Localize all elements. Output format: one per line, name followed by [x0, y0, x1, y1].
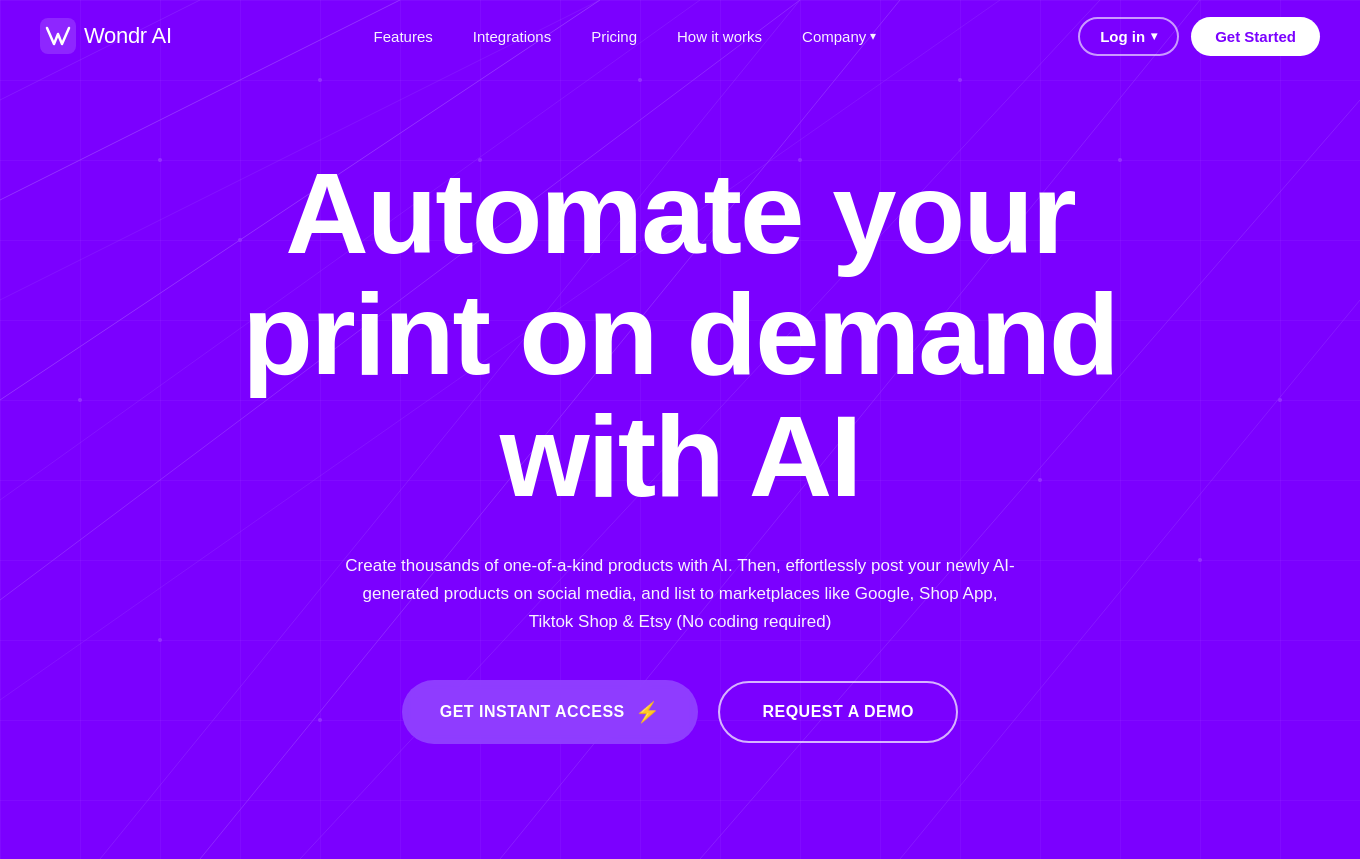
nav-actions: Log in ▾ Get Started [1078, 17, 1320, 56]
instant-access-label: GET INSTANT ACCESS [440, 703, 625, 721]
nav-item-features: Features [354, 20, 453, 53]
pricing-link[interactable]: Pricing [571, 20, 657, 53]
navbar: Wondr AI Features Integrations Pricing H… [0, 0, 1360, 72]
features-link[interactable]: Features [354, 20, 453, 53]
hero-buttons: GET INSTANT ACCESS ⚡ REQUEST A DEMO [402, 680, 959, 744]
lightning-icon: ⚡ [635, 700, 661, 724]
login-chevron-icon: ▾ [1151, 29, 1157, 43]
logo-text: Wondr AI [84, 23, 172, 49]
logo-icon [40, 18, 76, 54]
company-chevron-icon: ▾ [870, 29, 876, 43]
logo-link[interactable]: Wondr AI [40, 18, 172, 54]
hero-title: Automate your print on demand with AI [242, 152, 1117, 516]
nav-item-pricing: Pricing [571, 20, 657, 53]
how-it-works-link[interactable]: How it works [657, 20, 782, 53]
integrations-link[interactable]: Integrations [453, 20, 571, 53]
nav-item-integrations: Integrations [453, 20, 571, 53]
instant-access-button[interactable]: GET INSTANT ACCESS ⚡ [402, 680, 699, 744]
company-link[interactable]: Company ▾ [782, 20, 896, 53]
nav-links: Features Integrations Pricing How it wor… [354, 20, 897, 53]
request-demo-label: REQUEST A DEMO [762, 703, 914, 721]
request-demo-button[interactable]: REQUEST A DEMO [718, 681, 958, 743]
login-button[interactable]: Log in ▾ [1078, 17, 1179, 56]
nav-item-company: Company ▾ [782, 20, 896, 53]
hero-subtitle: Create thousands of one-of-a-kind produc… [340, 552, 1020, 636]
get-started-button[interactable]: Get Started [1191, 17, 1320, 56]
hero-section: Automate your print on demand with AI Cr… [0, 72, 1360, 804]
nav-item-how-it-works: How it works [657, 20, 782, 53]
